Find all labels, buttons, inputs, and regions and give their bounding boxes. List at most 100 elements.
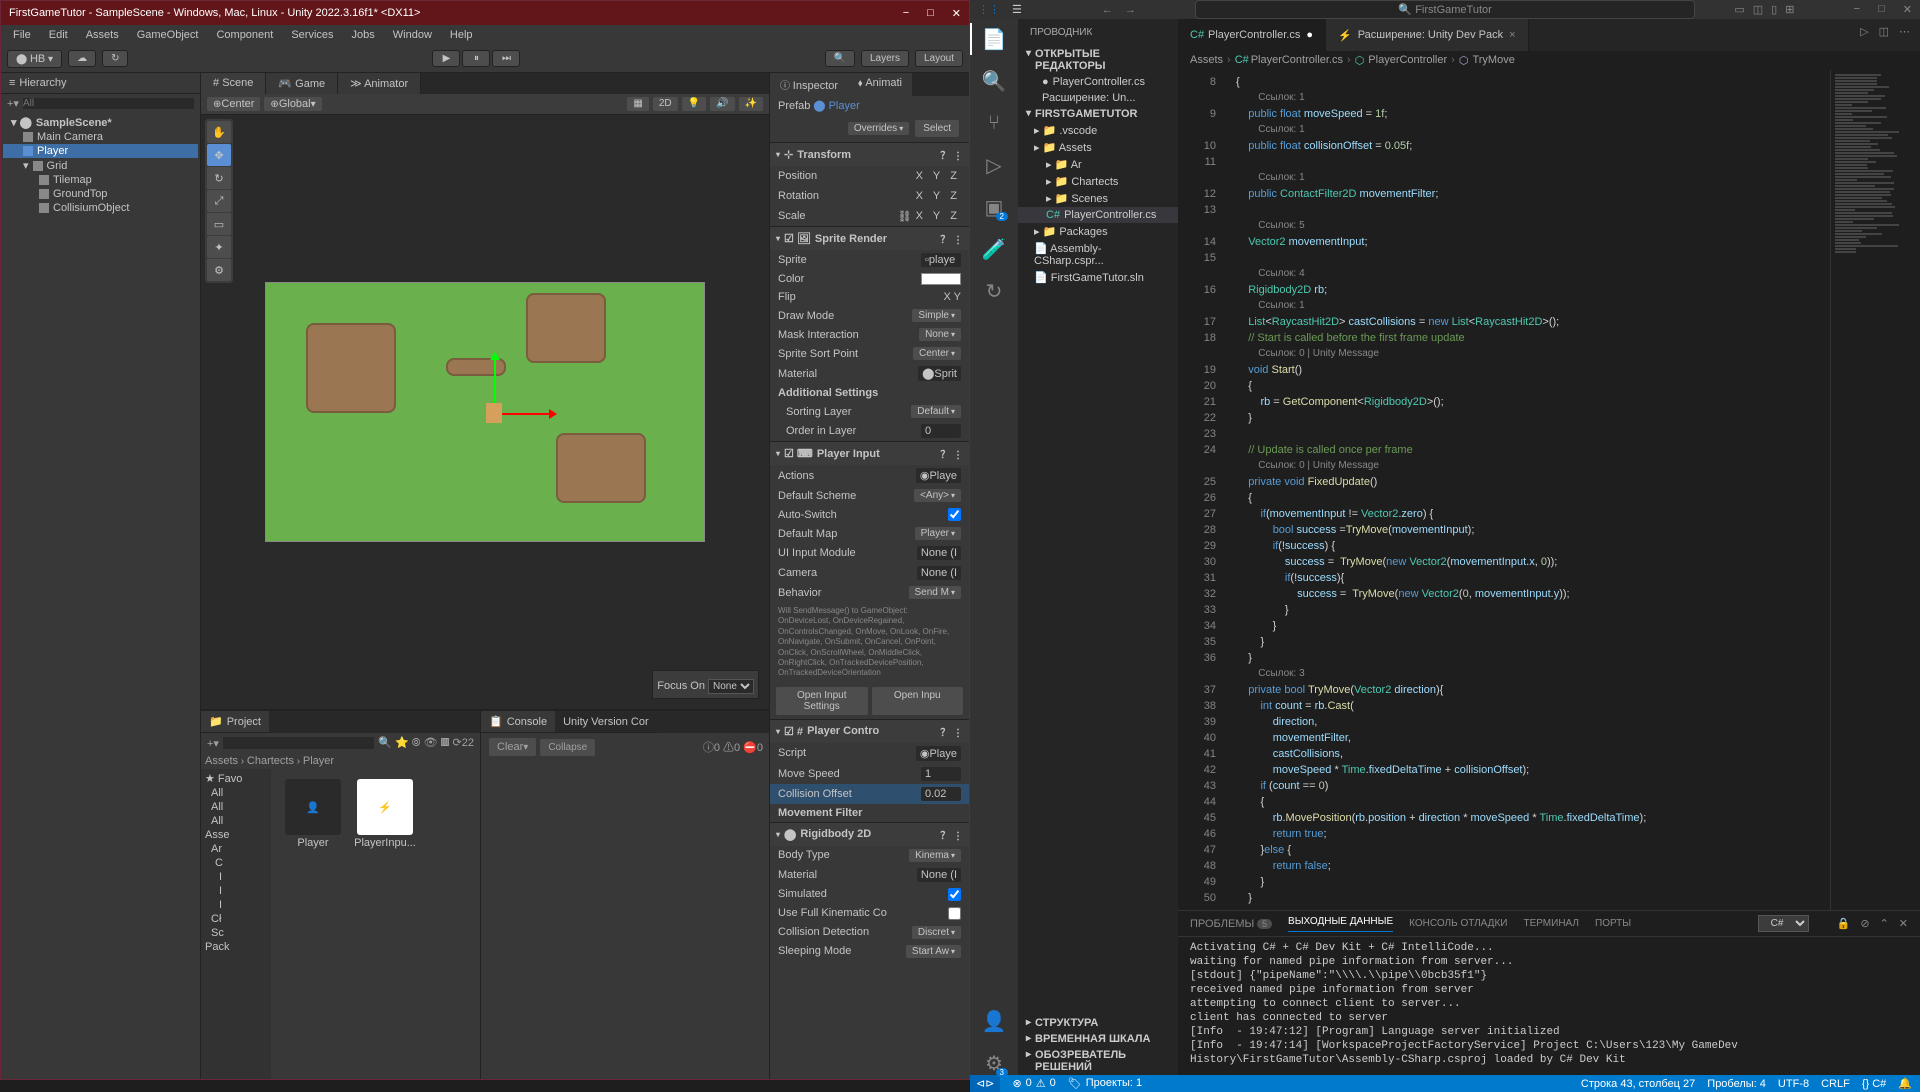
- layout-btn-4[interactable]: ⊞: [1785, 3, 1794, 16]
- open-input-debugger[interactable]: Open Inpu: [872, 687, 964, 715]
- rb-material-field[interactable]: None (I: [917, 868, 961, 882]
- lock-icon[interactable]: 🔒: [1837, 917, 1851, 930]
- panel-tab-debug[interactable]: КОНСОЛЬ ОТЛАДКИ: [1409, 918, 1507, 929]
- draw-mode-dropdown[interactable]: Simple: [912, 309, 961, 322]
- rect-tool[interactable]: ▭: [207, 213, 231, 235]
- console-collapse[interactable]: Collapse: [540, 739, 595, 756]
- editor-tab-2[interactable]: ⚡ Расширение: Unity Dev Pack×: [1326, 19, 1529, 51]
- sprite-field[interactable]: ▫playe: [921, 253, 961, 267]
- move-tool[interactable]: ✥: [207, 144, 231, 166]
- sleeping-mode-dropdown[interactable]: Start Aw: [906, 945, 961, 958]
- encoding-indicator[interactable]: UTF-8: [1778, 1078, 1809, 1090]
- settings-icon[interactable]: ⚙3: [982, 1051, 1006, 1075]
- behavior-dropdown[interactable]: Send M: [909, 586, 961, 599]
- open-editors-section[interactable]: ▾ ОТКРЫТЫЕ РЕДАКТОРЫ: [1018, 46, 1178, 74]
- rigidbody-component[interactable]: ▾⬤ Rigidbody 2D？ ⋮: [770, 822, 969, 846]
- layout-btn-2[interactable]: ◫: [1753, 3, 1763, 16]
- explorer-icon[interactable]: 📄: [982, 27, 1006, 51]
- file-Packages[interactable]: ▸ 📁 Packages: [1018, 223, 1178, 240]
- menu-edit[interactable]: Edit: [41, 27, 76, 43]
- asset-player[interactable]: 👤Player: [281, 779, 345, 849]
- hierarchy-item-grid[interactable]: ▾ Grid: [3, 158, 198, 173]
- cursor-position[interactable]: Строка 43, столбец 27: [1581, 1078, 1695, 1090]
- file-Assembly-CSharp.cspr...[interactable]: 📄 Assembly-CSharp.cspr...: [1018, 240, 1178, 269]
- tab-animator[interactable]: ≫ Animator: [338, 73, 421, 94]
- vscode-minimize[interactable]: −: [1854, 3, 1860, 16]
- scheme-dropdown[interactable]: <Any>: [914, 489, 961, 502]
- console-clear[interactable]: Clear▾: [489, 738, 536, 756]
- menu-component[interactable]: Component: [208, 27, 281, 43]
- overrides-dropdown[interactable]: Overrides: [848, 122, 909, 135]
- close-icon[interactable]: ✕: [952, 7, 961, 20]
- hierarchy-search[interactable]: [23, 98, 194, 109]
- menu-file[interactable]: File: [5, 27, 39, 43]
- editor-breadcrumb[interactable]: Assets› C#PlayerController.cs› ⬡PlayerCo…: [1178, 51, 1920, 70]
- cloud-button[interactable]: ☁: [68, 50, 96, 67]
- refresh-icon[interactable]: ↻: [982, 279, 1006, 303]
- panel-tab-terminal[interactable]: ТЕРМИНАЛ: [1523, 918, 1579, 929]
- global-toggle[interactable]: ⊕Global▾: [264, 97, 321, 111]
- hierarchy-add-button[interactable]: +▾: [7, 97, 19, 110]
- hierarchy-item-groundtop[interactable]: GroundTop: [3, 187, 198, 201]
- vscode-close[interactable]: ✕: [1903, 3, 1912, 16]
- project-search[interactable]: [223, 737, 374, 749]
- tab-scene[interactable]: # Scene: [201, 73, 266, 94]
- open-file-2[interactable]: Расширение: Un...: [1018, 90, 1178, 106]
- kinematic-checkbox[interactable]: [948, 907, 961, 920]
- run-icon[interactable]: ▷: [1860, 25, 1868, 45]
- menu-help[interactable]: Help: [442, 27, 481, 43]
- file-FirstGameTutor.sln[interactable]: 📄 FirstGameTutor.sln: [1018, 269, 1178, 286]
- open-input-settings[interactable]: Open Input Settings: [776, 687, 868, 715]
- more-icon[interactable]: ⋯: [1899, 25, 1910, 45]
- panel-tab-problems[interactable]: ПРОБЛЕМЫ 5: [1190, 918, 1272, 930]
- file-.vscode[interactable]: ▸ 📁 .vscode: [1018, 122, 1178, 139]
- tilemap-focus-select[interactable]: None: [708, 679, 754, 694]
- debug-icon[interactable]: ▷: [982, 153, 1006, 177]
- language-indicator[interactable]: {} C#: [1862, 1078, 1886, 1090]
- player-sprite[interactable]: [486, 403, 502, 423]
- collision-offset-field[interactable]: 0.02: [921, 787, 961, 801]
- code-editor[interactable]: 8 9 1011 1213 1415 16 1718 192021222324 …: [1178, 70, 1920, 910]
- menu-window[interactable]: Window: [385, 27, 440, 43]
- errors-warnings[interactable]: ⊗0 ⚠0: [1012, 1077, 1055, 1090]
- eol-indicator[interactable]: CRLF: [1821, 1078, 1850, 1090]
- nav-back[interactable]: ←: [1102, 4, 1113, 16]
- menu-icon[interactable]: ☰: [1012, 3, 1022, 16]
- clear-output-icon[interactable]: ⊘: [1860, 917, 1869, 930]
- open-file-1[interactable]: ● PlayerController.cs: [1018, 74, 1178, 90]
- auto-switch-checkbox[interactable]: [948, 508, 961, 521]
- collision-detection-dropdown[interactable]: Discret: [912, 926, 961, 939]
- solutions-section[interactable]: ▸ ОБОЗРЕВАТЕЛЬ РЕШЕНИЙ: [1018, 1047, 1178, 1075]
- animation-tab[interactable]: ⬧ Animati: [848, 73, 912, 96]
- sorting-layer-dropdown[interactable]: Default: [911, 405, 961, 418]
- undo-history-button[interactable]: ↻: [102, 50, 128, 67]
- pivot-toggle[interactable]: ⊕Center: [207, 97, 260, 111]
- file-Chartects[interactable]: ▸ 📁 Chartects: [1018, 173, 1178, 190]
- layout-btn-1[interactable]: ▭: [1734, 3, 1744, 16]
- unity-version-tab[interactable]: Unity Version Cor: [555, 711, 657, 733]
- step-button[interactable]: ⏭: [492, 50, 520, 67]
- vscode-maximize[interactable]: □: [1878, 3, 1885, 16]
- mode-2d[interactable]: 2D: [653, 97, 678, 111]
- order-in-layer-field[interactable]: 0: [921, 424, 961, 438]
- color-swatch[interactable]: [921, 273, 961, 285]
- player-input-component[interactable]: ▾☑ ⌨ Player Input？ ⋮: [770, 441, 969, 465]
- project-add[interactable]: +▾: [207, 737, 219, 750]
- remote-button[interactable]: ⊲⊳: [970, 1075, 1000, 1092]
- console-tab[interactable]: 📋 Console: [481, 711, 555, 733]
- file-Assets[interactable]: ▸ 📁 Assets: [1018, 139, 1178, 156]
- hierarchy-item-player[interactable]: Player: [3, 144, 198, 158]
- sprite-renderer-component[interactable]: ▾☑ 🖼 Sprite Render？ ⋮: [770, 226, 969, 250]
- layers-dropdown[interactable]: Layers: [861, 50, 909, 67]
- file-PlayerController.cs[interactable]: C# PlayerController.cs: [1018, 207, 1178, 223]
- material-field[interactable]: ⬤Sprit: [918, 366, 961, 381]
- layout-btn-3[interactable]: ▯: [1771, 3, 1777, 16]
- tab-game[interactable]: 🎮 Game: [266, 73, 338, 94]
- output-content[interactable]: Activating C# + C# Dev Kit + C# IntelliC…: [1178, 937, 1920, 1075]
- nav-forward[interactable]: →: [1125, 4, 1136, 16]
- source-control-icon[interactable]: ⑂: [982, 111, 1006, 135]
- file-Scenes[interactable]: ▸ 📁 Scenes: [1018, 190, 1178, 207]
- editor-tab-1[interactable]: C#PlayerController.cs●: [1178, 19, 1326, 51]
- project-breadcrumb[interactable]: Assets › Chartects › Player: [201, 753, 480, 769]
- camera-field[interactable]: None (I: [917, 566, 961, 580]
